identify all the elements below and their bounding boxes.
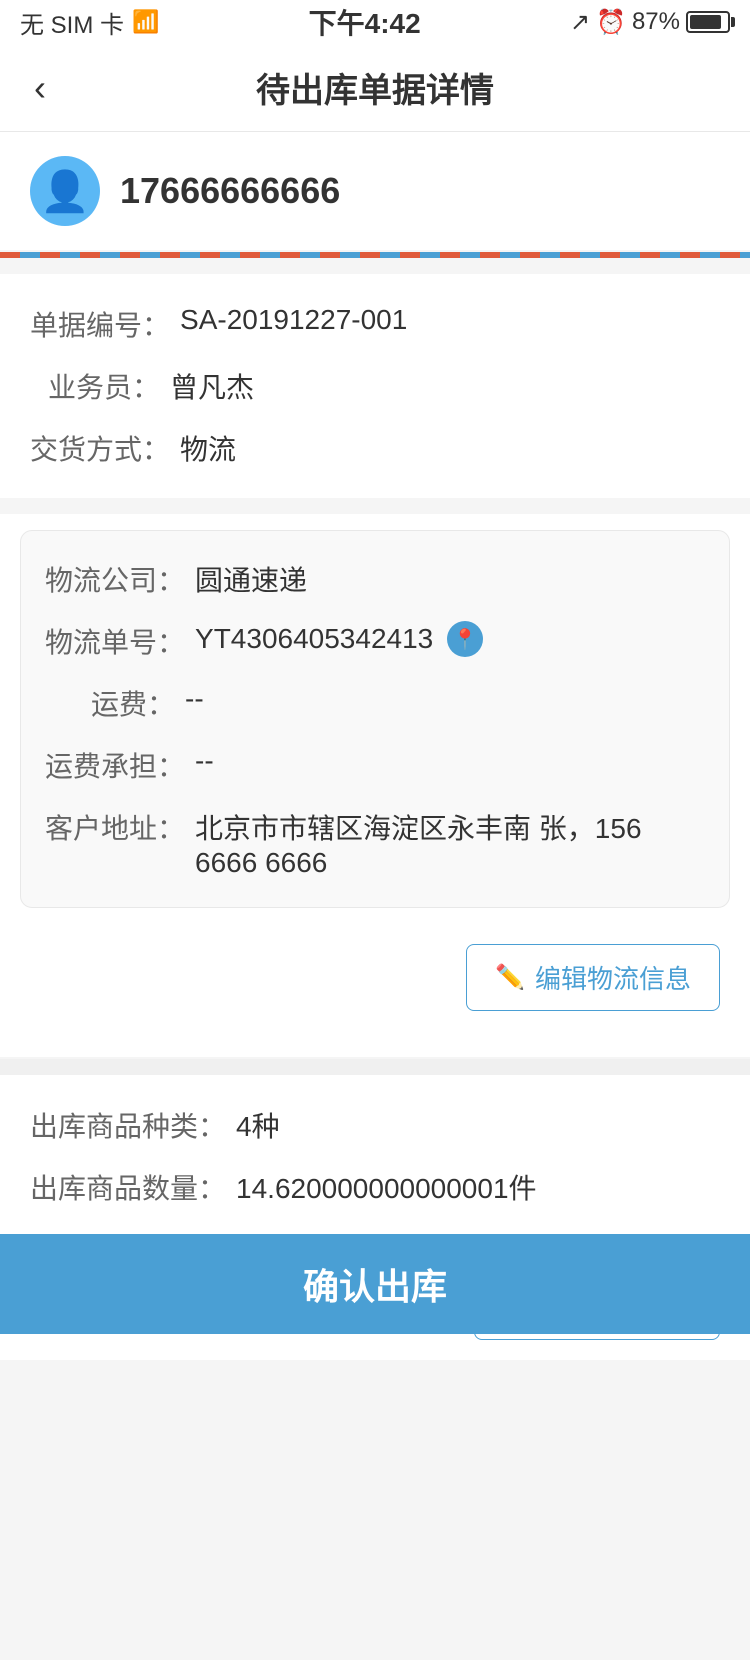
battery-percent: 87% [632, 8, 680, 36]
product-quantity-label: 出库商品数量： [30, 1167, 236, 1207]
customer-phone: 17666666666 [120, 170, 340, 212]
product-category-row: 出库商品种类： 4种 [30, 1105, 720, 1145]
nav-title: 待出库单据详情 [256, 63, 494, 112]
edit-logistics-label: 编辑物流信息 [535, 959, 691, 996]
battery-fill [690, 15, 721, 29]
freight-label: 运费： [45, 683, 185, 723]
product-category-value: 4种 [236, 1105, 720, 1145]
doc-number-label: 单据编号： [30, 304, 180, 344]
tracking-number-text: YT4306405342413 [195, 623, 433, 655]
logistics-company-value: 圆通速递 [195, 559, 705, 599]
avatar: 👤 [30, 156, 100, 226]
logistics-tracking-label: 物流单号： [45, 621, 195, 661]
address-row: 客户地址： 北京市市辖区海淀区永丰南 张，156 6666 6666 [45, 807, 705, 879]
product-quantity-value: 14.620000000000001件 [236, 1167, 720, 1207]
logistics-tracking-value: YT4306405342413 📍 [195, 621, 705, 657]
address-label: 客户地址： [45, 807, 195, 847]
sales-person-row: 业务员： 曾凡杰 [30, 366, 720, 406]
freight-bear-row: 运费承担： -- [45, 745, 705, 785]
logistics-card: 物流公司： 圆通速递 物流单号： YT4306405342413 📍 运费： -… [20, 530, 730, 908]
status-time: 下午4:42 [309, 2, 421, 42]
alarm-icon: ⏰ [596, 8, 626, 37]
product-summary-section: 出库商品种类： 4种 出库商品数量： 14.620000000000001件 [0, 1075, 750, 1237]
sales-person-label: 业务员： [30, 366, 170, 406]
delivery-method-row: 交货方式： 物流 [30, 428, 720, 468]
back-button[interactable]: ‹ [24, 57, 56, 119]
user-icon: 👤 [40, 168, 90, 215]
edit-logistics-button[interactable]: ✏️ 编辑物流信息 [466, 944, 720, 1011]
nav-bar: ‹ 待出库单据详情 [0, 44, 750, 132]
freight-row: 运费： -- [45, 683, 705, 723]
logistics-company-row: 物流公司： 圆通速递 [45, 559, 705, 599]
section-divider [0, 1059, 750, 1075]
status-right: ↗ ⏰ 87% [570, 8, 730, 37]
confirm-outbound-button[interactable]: 确认出库 [0, 1234, 750, 1334]
carrier-text: 无 SIM 卡 [20, 5, 124, 40]
edit-icon: ✏️ [495, 963, 525, 992]
document-info-section: 单据编号： SA-20191227-001 业务员： 曾凡杰 交货方式： 物流 [0, 274, 750, 498]
edit-logistics-container: ✏️ 编辑物流信息 [0, 924, 750, 1031]
logistics-company-label: 物流公司： [45, 559, 195, 599]
battery-icon [686, 11, 730, 33]
status-bar: 无 SIM 卡 📶 下午4:42 ↗ ⏰ 87% [0, 0, 750, 44]
delivery-method-value: 物流 [180, 428, 720, 468]
product-category-label: 出库商品种类： [30, 1105, 236, 1145]
delivery-method-label: 交货方式： [30, 428, 180, 468]
freight-value: -- [185, 683, 705, 715]
dashed-divider [0, 252, 750, 258]
map-pin-icon[interactable]: 📍 [447, 621, 483, 657]
wifi-icon: 📶 [132, 9, 159, 35]
logistics-tracking-row: 物流单号： YT4306405342413 📍 [45, 621, 705, 661]
empty-space [0, 1360, 750, 1560]
freight-bear-label: 运费承担： [45, 745, 195, 785]
customer-header: 👤 17666666666 [0, 132, 750, 250]
location-icon: ↗ [570, 8, 590, 37]
freight-bear-value: -- [195, 745, 705, 777]
doc-number-row: 单据编号： SA-20191227-001 [30, 304, 720, 344]
confirm-button-label: 确认出库 [303, 1258, 447, 1310]
address-value: 北京市市辖区海淀区永丰南 张，156 6666 6666 [195, 807, 705, 879]
status-left: 无 SIM 卡 📶 [20, 5, 159, 40]
sales-person-value: 曾凡杰 [170, 366, 720, 406]
product-quantity-row: 出库商品数量： 14.620000000000001件 [30, 1167, 720, 1207]
doc-number-value: SA-20191227-001 [180, 304, 720, 336]
